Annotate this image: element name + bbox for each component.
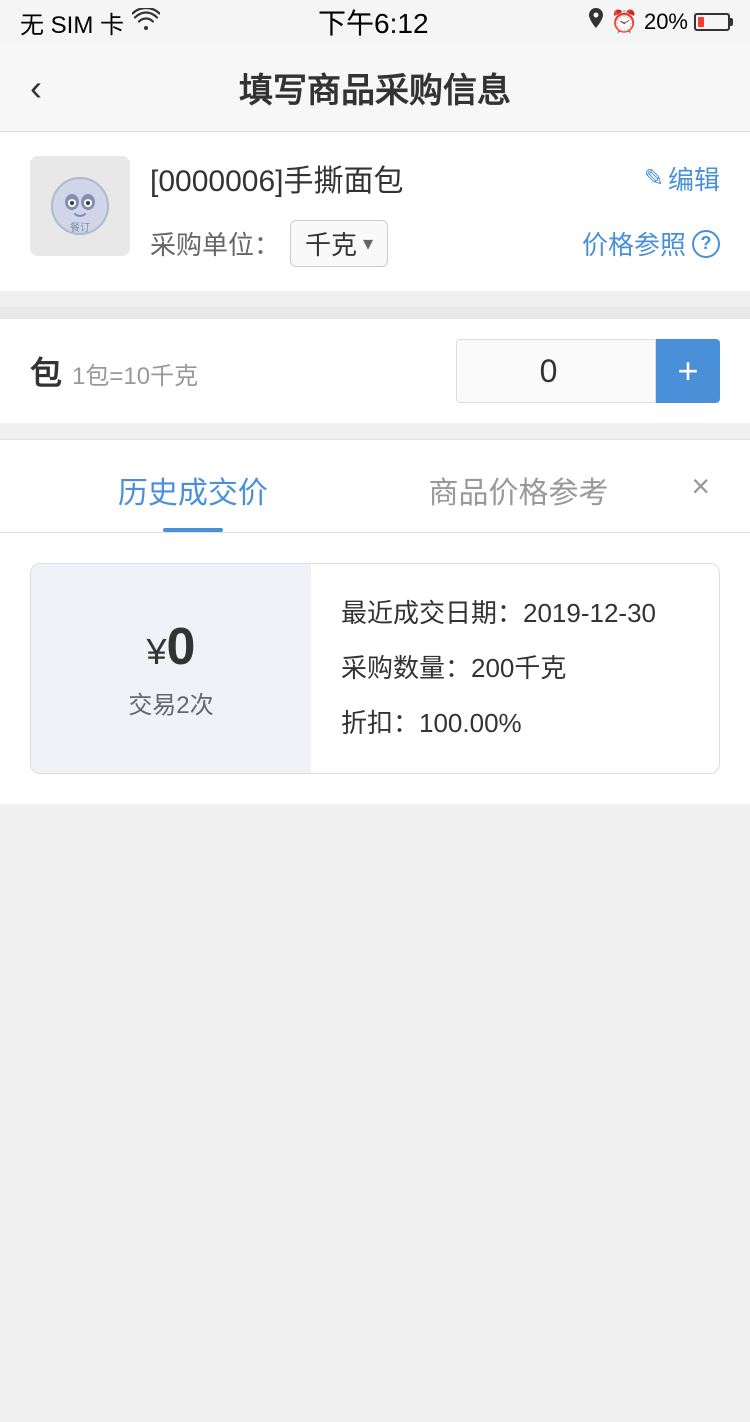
unit-row: 采购单位： 千克 ▾ 价格参照 ? — [150, 220, 720, 267]
date-label: 最近成交日期： — [341, 598, 523, 628]
product-row: 餐订 [0000006]手撕面包 ✎ 编辑 采购单位： — [30, 156, 720, 267]
svg-text:餐订: 餐订 — [70, 221, 90, 234]
quantity-label-group: 包 1包=10千克 — [30, 348, 198, 394]
product-thumbnail: 餐订 — [30, 156, 130, 256]
product-id: [0000006] — [150, 165, 283, 198]
quantity-plus-button[interactable]: + — [656, 339, 720, 403]
quantity-unit: 包 — [30, 348, 62, 394]
alarm-icon: ⏰ — [611, 9, 638, 35]
discount-label: 折扣： — [341, 708, 419, 738]
status-time: 下午6:12 — [318, 2, 429, 42]
tab-product-price-ref[interactable]: 商品价格参考 — [356, 440, 682, 532]
battery-icon — [694, 13, 730, 31]
unit-arrow-icon: ▾ — [363, 231, 373, 256]
price-ref-button[interactable]: 价格参照 ? — [582, 225, 720, 262]
price-right: 最近成交日期：2019-12-30 采购数量：200千克 折扣：100.00% — [311, 564, 719, 773]
quantity-input-group: 0 + — [456, 339, 720, 403]
edit-label: 编辑 — [668, 160, 720, 197]
location-icon — [587, 8, 605, 36]
tab-price-ref-label: 商品价格参考 — [428, 477, 608, 510]
nav-bar: ‹ 填写商品采购信息 — [0, 44, 750, 132]
edit-icon: ✎ — [644, 164, 664, 193]
quantity-input[interactable]: 0 — [456, 339, 656, 403]
currency-symbol: ¥ — [147, 631, 167, 672]
quantity-section: 包 1包=10千克 0 + — [0, 319, 750, 423]
edit-button[interactable]: ✎ 编辑 — [644, 160, 720, 197]
status-right: ⏰ 20% — [587, 8, 730, 36]
battery-percent: 20% — [644, 9, 688, 35]
carrier-label: 无 SIM 卡 — [20, 5, 124, 40]
date-value: 2019-12-30 — [523, 598, 656, 628]
plus-icon: + — [677, 350, 698, 392]
price-date-row: 最近成交日期：2019-12-30 — [341, 594, 689, 633]
price-value: 0 — [167, 618, 196, 676]
price-card-section: ¥0 交易2次 最近成交日期：2019-12-30 采购数量：200千克 折扣：… — [0, 533, 750, 804]
price-trades: 交易2次 — [128, 685, 213, 720]
tab-close-button[interactable]: × — [681, 458, 720, 515]
qty-value: 200千克 — [471, 653, 566, 683]
tab-history-label: 历史成交价 — [118, 477, 268, 510]
status-bar: 无 SIM 卡 下午6:12 ⏰ 20% — [0, 0, 750, 44]
main-content: 餐订 [0000006]手撕面包 ✎ 编辑 采购单位： — [0, 132, 750, 1422]
help-icon: ? — [692, 230, 720, 258]
product-name-text: 手撕面包 — [283, 165, 403, 198]
tab-history-price[interactable]: 历史成交价 — [30, 440, 356, 532]
status-left: 无 SIM 卡 — [20, 5, 160, 40]
unit-select-value: 千克 — [305, 225, 357, 262]
unit-select-button[interactable]: 千克 ▾ — [290, 220, 388, 267]
price-qty-row: 采购数量：200千克 — [341, 649, 689, 688]
gray-divider — [0, 307, 750, 319]
bottom-panel: 历史成交价 商品价格参考 × ¥0 交易2次 最近成交日期：20 — [0, 439, 750, 804]
quantity-convert: 1包=10千克 — [72, 356, 198, 391]
product-header: [0000006]手撕面包 ✎ 编辑 — [150, 156, 720, 200]
tabs-row: 历史成交价 商品价格参考 × — [0, 440, 750, 533]
product-section: 餐订 [0000006]手撕面包 ✎ 编辑 采购单位： — [0, 132, 750, 291]
discount-value: 100.00% — [419, 708, 522, 738]
page-title: 填写商品采购信息 — [239, 63, 511, 112]
qty-label: 采购数量： — [341, 653, 471, 683]
back-button[interactable]: ‹ — [30, 57, 52, 119]
product-info: [0000006]手撕面包 ✎ 编辑 采购单位： 千克 ▾ — [150, 156, 720, 267]
price-ref-label: 价格参照 — [582, 225, 686, 262]
price-discount-row: 折扣：100.00% — [341, 704, 689, 743]
unit-label: 采购单位： — [150, 225, 280, 262]
unit-selector-group: 采购单位： 千克 ▾ — [150, 220, 388, 267]
price-card: ¥0 交易2次 最近成交日期：2019-12-30 采购数量：200千克 折扣：… — [30, 563, 720, 774]
product-name: [0000006]手撕面包 — [150, 156, 403, 200]
wifi-icon — [132, 8, 160, 37]
price-amount: ¥0 — [147, 617, 196, 677]
close-icon: × — [691, 468, 710, 505]
price-left: ¥0 交易2次 — [31, 564, 311, 773]
